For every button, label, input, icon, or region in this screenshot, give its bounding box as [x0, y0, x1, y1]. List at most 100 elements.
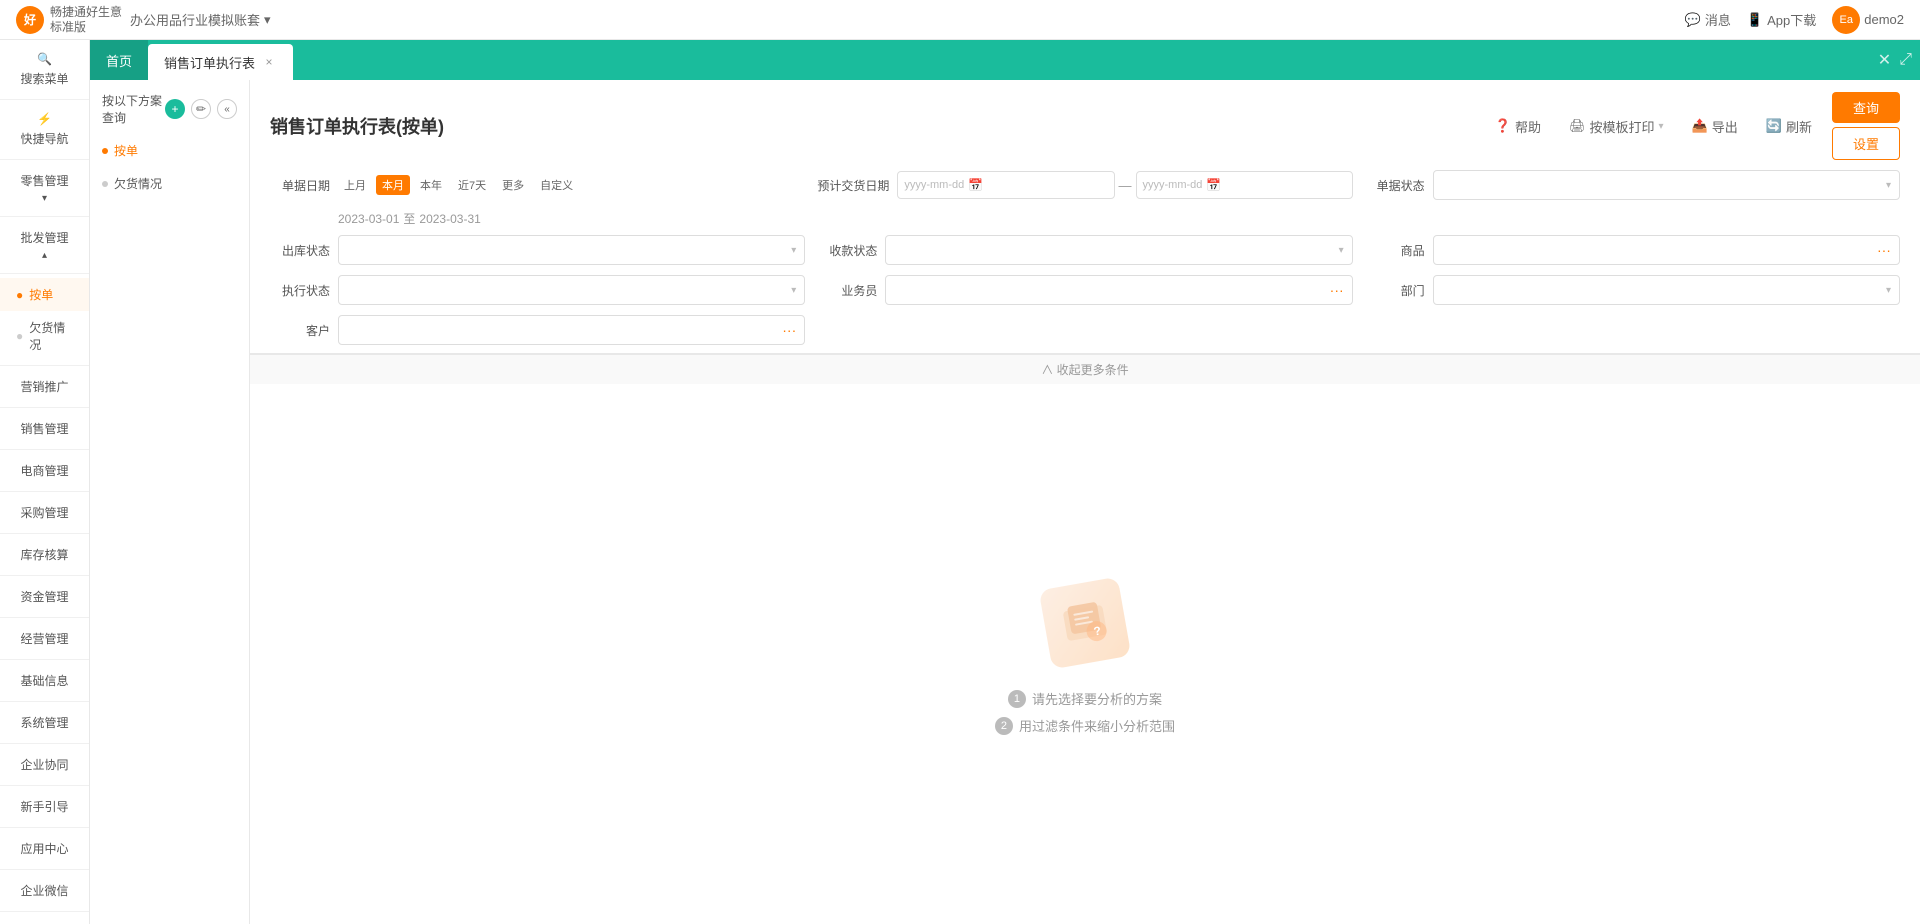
ship-status-select[interactable]: ▾ [338, 235, 805, 265]
scheme-add-btn[interactable]: + [165, 99, 185, 119]
payment-status-select[interactable]: ▾ [885, 235, 1352, 265]
print-icon: 🖨 [1569, 118, 1586, 134]
expected-date-start[interactable]: yyyy-mm-dd 📅 [897, 171, 1114, 199]
refresh-label: 刷新 [1786, 117, 1812, 136]
payment-status-arrow-icon: ▾ [1339, 245, 1344, 256]
top-header: 好 畅捷通好生意 标准版 办公用品行业模拟账套 ▾ 💬 消息 📱 App下载 E… [0, 0, 1920, 40]
date-custom-btn[interactable]: 自定义 [534, 175, 579, 195]
order-status-select[interactable]: ▾ [1433, 170, 1900, 200]
sidebar-item-guide[interactable]: 新手引导 [0, 786, 89, 828]
scheme-edit-btn[interactable]: ✏ [191, 99, 211, 119]
dept-arrow-icon: ▾ [1886, 285, 1891, 296]
tab-bar-right: ✕ ⤢ [1878, 40, 1920, 80]
exec-status-select[interactable]: ▾ [338, 275, 805, 305]
help-btn[interactable]: ❓ 帮助 [1487, 113, 1549, 140]
page-title-bar: 销售订单执行表(按单) ❓ 帮助 🖨 按模板打印 ▾ [250, 80, 1920, 354]
avatar-text: Ea [1840, 14, 1853, 26]
message-btn[interactable]: 💬 消息 [1685, 10, 1731, 29]
ship-status-label: 出库状态 [270, 242, 330, 259]
sidebar-item-wechat[interactable]: 企业微信 [0, 870, 89, 912]
sidebar-item-wholesale[interactable]: 批发管理 ▴ [0, 217, 89, 274]
sidebar-basic-label: 基础信息 [20, 672, 68, 689]
filter-salesman: 业务员 ··· [817, 275, 1352, 305]
sidebar-sales-label: 销售管理 [20, 420, 68, 437]
collapse-bar[interactable]: ∧ 收起更多条件 [250, 354, 1920, 384]
sidebar-item-sales[interactable]: 销售管理 [0, 408, 89, 450]
date-prev-month-btn[interactable]: 上月 [338, 175, 372, 195]
scheme-item-shortage[interactable]: 欠货情况 [90, 167, 249, 200]
date-range-end: 2023-03-31 [419, 212, 480, 226]
tab-close-icon[interactable]: × [261, 54, 277, 70]
filter-dept: 部门 ▾ [1365, 275, 1900, 305]
settings-button[interactable]: 设置 [1832, 127, 1900, 160]
salesman-input[interactable]: ··· [885, 275, 1352, 305]
sidebar-item-basic[interactable]: 基础信息 [0, 660, 89, 702]
export-btn[interactable]: 📤 导出 [1684, 113, 1746, 140]
tab-maximize-icon[interactable]: ⤢ [1899, 51, 1912, 69]
date-more-btn[interactable]: 更多 [496, 175, 530, 195]
subnav-item-shortage[interactable]: ● 欠货情况 [0, 311, 89, 361]
app-download-btn[interactable]: 📱 App下载 [1747, 10, 1816, 29]
filter-payment-status: 收款状态 ▾ [817, 235, 1352, 265]
scheme-item-order[interactable]: 按单 [90, 134, 249, 167]
sidebar-item-quicknav[interactable]: ⚡ 快捷导航 [0, 100, 89, 160]
query-button[interactable]: 查询 [1832, 92, 1900, 123]
product-label: 商品 [1365, 242, 1425, 259]
help-label: 帮助 [1515, 117, 1541, 136]
tip-text-2: 用过滤条件来缩小分析范围 [1019, 716, 1175, 735]
tab-active-label: 销售订单执行表 [164, 53, 255, 72]
scheme-active-dot [102, 148, 108, 154]
sidebar-item-purchase[interactable]: 采购管理 [0, 492, 89, 534]
sidebar-appcenter-label: 应用中心 [20, 840, 68, 857]
date-recent7-btn[interactable]: 近7天 [452, 175, 492, 195]
expected-date-end[interactable]: yyyy-mm-dd 📅 [1136, 171, 1353, 199]
salesman-dots-icon[interactable]: ··· [1330, 282, 1344, 298]
tab-bar: 首页 销售订单执行表 × ✕ ⤢ [90, 40, 1920, 80]
dept-label: 部门 [1365, 282, 1425, 299]
date-this-month-btn[interactable]: 本月 [376, 175, 410, 195]
sidebar-item-retail[interactable]: 零售管理 ▾ [0, 160, 89, 217]
tab-close-window-icon[interactable]: ✕ [1878, 50, 1891, 70]
help-icon: ❓ [1495, 118, 1511, 134]
app-download-label: App下载 [1767, 10, 1816, 29]
date-this-year-btn[interactable]: 本年 [414, 175, 448, 195]
scheme-shortage-label: 欠货情况 [114, 175, 162, 192]
dept-select[interactable]: ▾ [1433, 275, 1900, 305]
customer-dots-icon[interactable]: ··· [782, 322, 796, 338]
download-icon: 📱 [1747, 12, 1763, 28]
date-range-display: 2023-03-01 至 2023-03-31 [270, 210, 1900, 235]
breadcrumb-select[interactable]: 办公用品行业模拟账套 ▾ [130, 10, 271, 29]
subnav-item-order[interactable]: ● 按单 [0, 278, 89, 311]
filter-expected-date: 预计交货日期 yyyy-mm-dd 📅 — yyyy-mm-d [817, 171, 1352, 199]
print-label: 按模板打印 [1590, 117, 1655, 136]
sidebar-item-member[interactable]: 畅会员 [0, 912, 89, 924]
sidebar-item-finance[interactable]: 资金管理 [0, 576, 89, 618]
sidebar-finance-label: 资金管理 [20, 588, 68, 605]
sidebar-item-appcenter[interactable]: 应用中心 [0, 828, 89, 870]
sidebar-item-operations[interactable]: 经营管理 [0, 618, 89, 660]
tab-sales-order[interactable]: 销售订单执行表 × [148, 44, 293, 80]
product-dots-icon[interactable]: ··· [1877, 242, 1891, 258]
sidebar-search-label: 搜索菜单 [20, 70, 68, 87]
sidebar-item-inventory[interactable]: 库存核算 [0, 534, 89, 576]
scheme-panel-header: 按以下方案查询 + ✏ « [90, 92, 249, 134]
sidebar-item-ecommerce[interactable]: 电商管理 [0, 450, 89, 492]
scheme-collapse-btn[interactable]: « [217, 99, 237, 119]
tab-home[interactable]: 首页 [90, 40, 148, 80]
breadcrumb-label: 办公用品行业模拟账套 [130, 10, 260, 29]
customer-input[interactable]: ··· [338, 315, 805, 345]
product-input[interactable]: ··· [1433, 235, 1900, 265]
user-menu[interactable]: Ea demo2 [1832, 6, 1904, 34]
empty-state: ? 1 请先选择要分析的方案 2 用过滤条件来缩小分析范围 [250, 384, 1920, 924]
sidebar-item-marketing[interactable]: 营销推广 [0, 366, 89, 408]
sidebar-item-collab[interactable]: 企业协同 [0, 744, 89, 786]
tip-num-1: 1 [1008, 690, 1026, 708]
sidebar-wholesale-label: 批发管理 [20, 229, 68, 246]
refresh-btn[interactable]: 🔄 刷新 [1758, 113, 1820, 140]
sidebar-inventory-label: 库存核算 [20, 546, 68, 563]
empty-icon-wrap: ? [1035, 573, 1135, 673]
export-label: 导出 [1712, 117, 1738, 136]
sidebar-item-search[interactable]: 🔍 搜索菜单 [0, 40, 89, 100]
sidebar-item-system[interactable]: 系统管理 [0, 702, 89, 744]
print-btn[interactable]: 🖨 按模板打印 ▾ [1561, 113, 1672, 140]
